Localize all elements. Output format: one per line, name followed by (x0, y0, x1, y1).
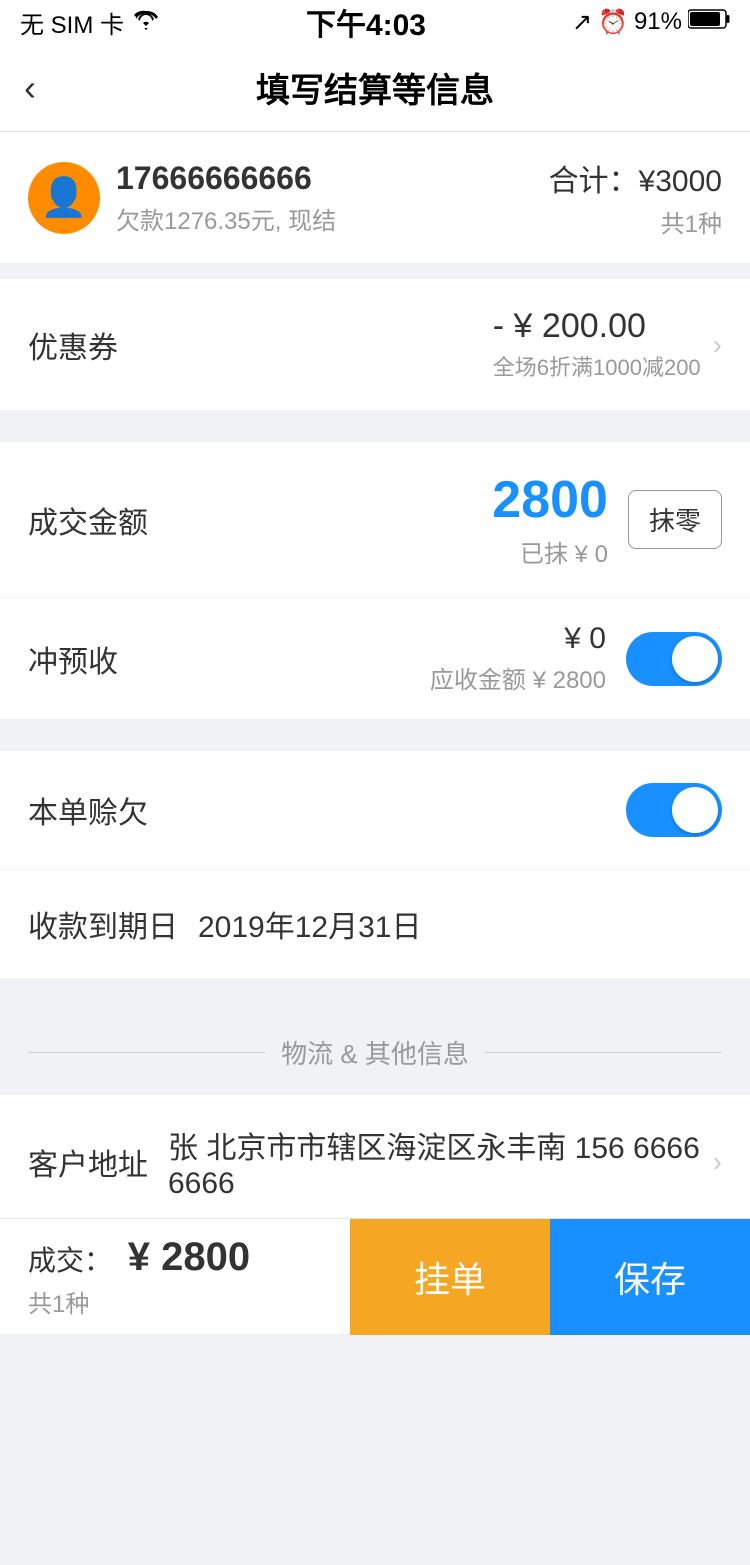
prepayment-row: 冲预收 ¥ 0 应收金额 ¥ 2800 (0, 597, 750, 719)
prepayment-sub: 应收金额 ¥ 2800 (430, 660, 606, 695)
customer-info: 17666666666 欠款1276.35元, 现结 (116, 160, 336, 236)
address-row[interactable]: 客户地址 张 北京市市辖区海淀区永丰南 156 6666 6666 › (0, 1095, 750, 1229)
coupon-info: - ¥ 200.00 全场6折满1000减200 (493, 307, 701, 382)
avatar-icon: 👤 (40, 176, 87, 220)
status-bar: 无 SIM 卡 下午4:03 ↗ ⏰ 91% (0, 0, 750, 44)
prepayment-amount-group: ¥ 0 应收金额 ¥ 2800 (430, 622, 606, 695)
logistics-section-divider: 物流 & 其他信息 (0, 1010, 750, 1095)
amount-row: 成交金额 2800 已抹 ¥ 0 抹零 (0, 442, 750, 597)
coupon-right: - ¥ 200.00 全场6折满1000减200 › (493, 307, 722, 382)
debt-label: 本单赊欠 (28, 788, 148, 832)
battery-text: 91% (634, 8, 682, 36)
divider-line-right (485, 1052, 722, 1053)
coupon-amount: - ¥ 200.00 (493, 307, 701, 346)
debt-toggle[interactable] (626, 783, 722, 837)
amount-sub: 已抹 ¥ 0 (492, 534, 608, 569)
total-amount: 合计：¥3000 (549, 156, 722, 200)
prepayment-right: ¥ 0 应收金额 ¥ 2800 (430, 622, 722, 695)
customer-row: 👤 17666666666 欠款1276.35元, 现结 合计：¥3000 共1… (0, 132, 750, 263)
content-area: 👤 17666666666 欠款1276.35元, 现结 合计：¥3000 共1… (0, 132, 750, 1565)
status-left: 无 SIM 卡 (20, 5, 160, 40)
nav-bar: ‹ 填写结算等信息 (0, 44, 750, 132)
prepayment-label: 冲预收 (28, 637, 118, 681)
battery-icon (688, 8, 730, 37)
amount-value-group: 2800 已抹 ¥ 0 (492, 470, 608, 569)
customer-card: 👤 17666666666 欠款1276.35元, 现结 合计：¥3000 共1… (0, 132, 750, 263)
prepayment-label-group: 冲预收 (28, 637, 118, 681)
divider-2 (0, 735, 750, 751)
divider-3 (0, 994, 750, 1010)
due-date-value: 2019年12月31日 (198, 902, 421, 946)
customer-left: 👤 17666666666 欠款1276.35元, 现结 (28, 160, 336, 236)
coupon-label: 优惠券 (28, 323, 118, 367)
customer-phone: 17666666666 (116, 160, 336, 197)
address-chevron-icon: › (713, 1146, 722, 1178)
location-icon: ↗ (572, 8, 592, 37)
amount-value: 2800 (492, 470, 608, 530)
address-card: 客户地址 张 北京市市辖区海淀区永丰南 156 6666 6666 › (0, 1095, 750, 1229)
divider-1 (0, 426, 750, 442)
status-right: ↗ ⏰ 91% (572, 8, 730, 37)
hold-button[interactable]: 挂单 (350, 1219, 550, 1335)
prepayment-toggle[interactable] (626, 632, 722, 686)
transaction-card: 成交金额 2800 已抹 ¥ 0 抹零 冲预收 ¥ 0 应收金额 ¥ 2800 (0, 442, 750, 719)
chevron-right-icon: › (713, 329, 722, 361)
page-title: 填写结算等信息 (256, 63, 494, 112)
sim-status: 无 SIM 卡 (20, 5, 124, 40)
bottom-bar: 成交： ¥ 2800 共1种 挂单 保存 (0, 1218, 750, 1334)
coupon-row[interactable]: 优惠券 - ¥ 200.00 全场6折满1000减200 › (0, 279, 750, 410)
alarm-icon: ⏰ (598, 8, 628, 37)
coupon-card: 优惠券 - ¥ 200.00 全场6折满1000减200 › (0, 279, 750, 410)
customer-total: 合计：¥3000 共1种 (549, 156, 722, 239)
bottom-trans-label: 成交： (28, 1245, 112, 1276)
bottom-trans-value: ¥ 2800 (128, 1235, 250, 1279)
save-button[interactable]: 保存 (550, 1219, 750, 1335)
back-button[interactable]: ‹ (24, 67, 36, 109)
bottom-count: 共1种 (28, 1284, 322, 1319)
bottom-summary: 成交： ¥ 2800 共1种 (0, 1235, 350, 1319)
wifi-icon (132, 8, 160, 37)
customer-debt: 欠款1276.35元, 现结 (116, 201, 336, 236)
amount-label: 成交金额 (28, 498, 148, 542)
debt-card: 本单赊欠 收款到期日 2019年12月31日 (0, 751, 750, 978)
address-content: 张 北京市市辖区海淀区永丰南 156 6666 6666 (168, 1123, 713, 1201)
prepayment-amount: ¥ 0 (430, 622, 606, 656)
round-button[interactable]: 抹零 (628, 490, 722, 549)
divider-line-left (28, 1052, 265, 1053)
amount-right: 2800 已抹 ¥ 0 抹零 (492, 470, 722, 569)
due-label: 收款到期日 (28, 902, 178, 946)
section-divider-text: 物流 & 其他信息 (281, 1034, 469, 1071)
total-count: 共1种 (549, 204, 722, 239)
coupon-desc: 全场6折满1000减200 (493, 350, 701, 382)
bottom-total-line: 成交： ¥ 2800 (28, 1235, 322, 1280)
address-label: 客户地址 (28, 1140, 148, 1184)
status-time: 下午4:03 (306, 0, 426, 44)
debt-row: 本单赊欠 (0, 751, 750, 869)
avatar: 👤 (28, 162, 100, 234)
due-date-row: 收款到期日 2019年12月31日 (0, 869, 750, 978)
